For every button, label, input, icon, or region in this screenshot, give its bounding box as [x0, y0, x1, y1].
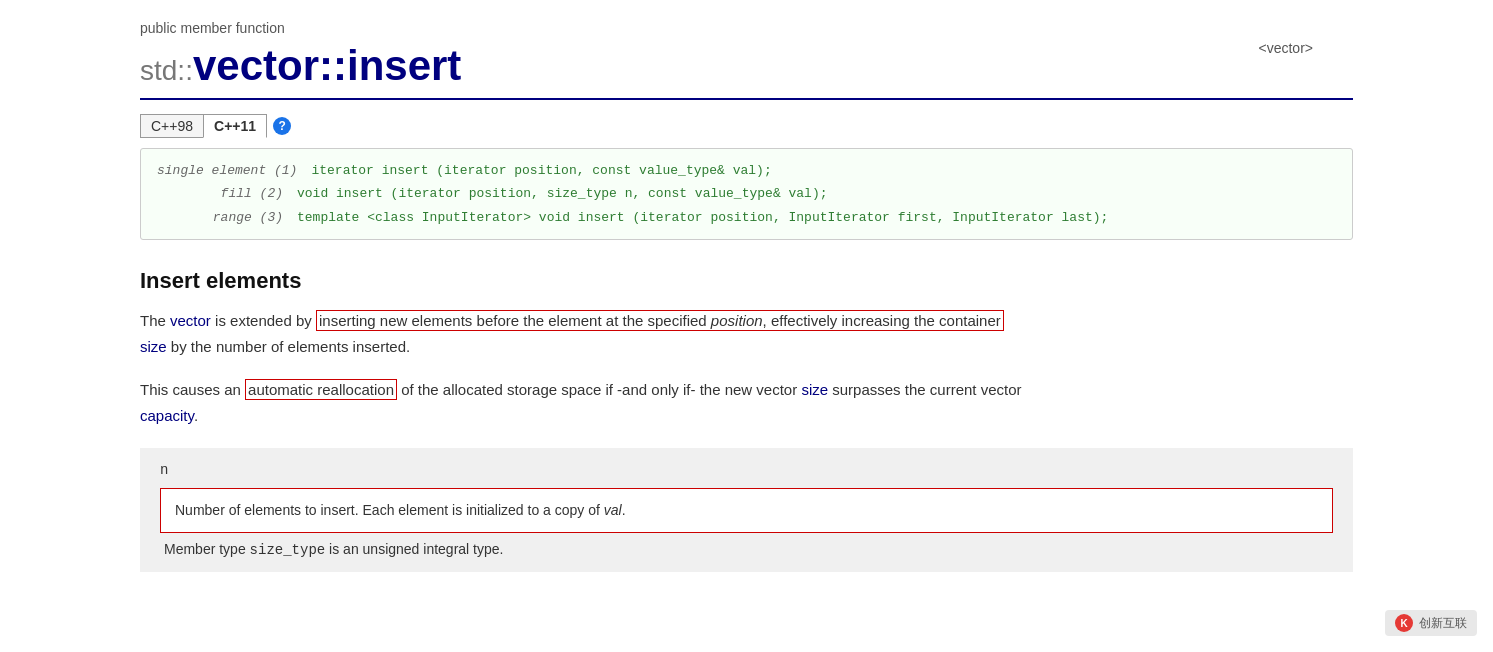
para1-end: by the number of elements inserted.: [167, 338, 410, 355]
para2-middle: of the allocated storage space if -and o…: [397, 381, 801, 398]
size-type-mono: size_type: [250, 542, 326, 558]
code-content-single: iterator insert (iterator position, cons…: [311, 159, 771, 182]
help-icon[interactable]: ?: [273, 117, 291, 135]
tab-cpp98[interactable]: C++98: [140, 114, 203, 138]
param-desc-end: .: [622, 502, 626, 518]
param-type-note: Member type size_type is an unsigned int…: [160, 541, 1333, 558]
param-desc-box: Number of elements to insert. Each eleme…: [160, 488, 1333, 532]
para2-final: .: [194, 407, 198, 424]
section-title: Insert elements: [140, 268, 1353, 294]
param-name: n: [160, 462, 1333, 478]
code-block: single element (1) iterator insert (iter…: [140, 148, 1353, 240]
paragraph-1: The vector is extended by inserting new …: [140, 308, 1353, 359]
param-desc-text: Number of elements to insert. Each eleme…: [175, 502, 604, 518]
code-row-fill: fill (2) void insert (iterator position,…: [157, 182, 1336, 205]
tab-cpp11[interactable]: C++11: [203, 114, 267, 138]
code-content-fill: void insert (iterator position, size_typ…: [297, 182, 828, 205]
code-label-single: single element (1): [157, 159, 311, 182]
code-row-range: range (3) template <class InputIterator>…: [157, 206, 1336, 229]
page-title: std::vector::insert: [140, 42, 1353, 100]
watermark: K 创新互联: [1385, 610, 1477, 612]
code-label-range: range (3): [157, 206, 297, 229]
para2-end: surpasses the current vector: [828, 381, 1021, 398]
para1-before-link: The: [140, 312, 170, 329]
type-note-suffix: is an unsigned integral type.: [325, 541, 503, 557]
para2-start: This causes an: [140, 381, 245, 398]
code-row-single: single element (1) iterator insert (iter…: [157, 159, 1336, 182]
param-section: n Number of elements to insert. Each ele…: [140, 448, 1353, 571]
size-link-1[interactable]: size: [140, 338, 167, 355]
vector-link[interactable]: vector: [170, 312, 211, 329]
title-main: vector::insert: [193, 42, 461, 89]
code-label-fill: fill (2): [157, 182, 297, 205]
member-type-label: public member function: [140, 20, 1353, 36]
tab-bar: C++98 C++11 ?: [140, 114, 1353, 138]
para2-highlight: automatic reallocation: [245, 379, 397, 400]
size-link-2[interactable]: size: [801, 381, 828, 398]
title-prefix: std::: [140, 55, 193, 86]
capacity-link[interactable]: capacity: [140, 407, 194, 424]
vector-nav: <vector>: [1259, 40, 1313, 56]
code-content-range: template <class InputIterator> void inse…: [297, 206, 1108, 229]
param-val-italic: val: [604, 502, 622, 518]
position-term: position: [711, 312, 763, 329]
type-note-prefix: Member type: [164, 541, 250, 557]
para1-highlight: inserting new elements before the elemen…: [316, 310, 1004, 331]
paragraph-2: This causes an automatic reallocation of…: [140, 377, 1353, 428]
